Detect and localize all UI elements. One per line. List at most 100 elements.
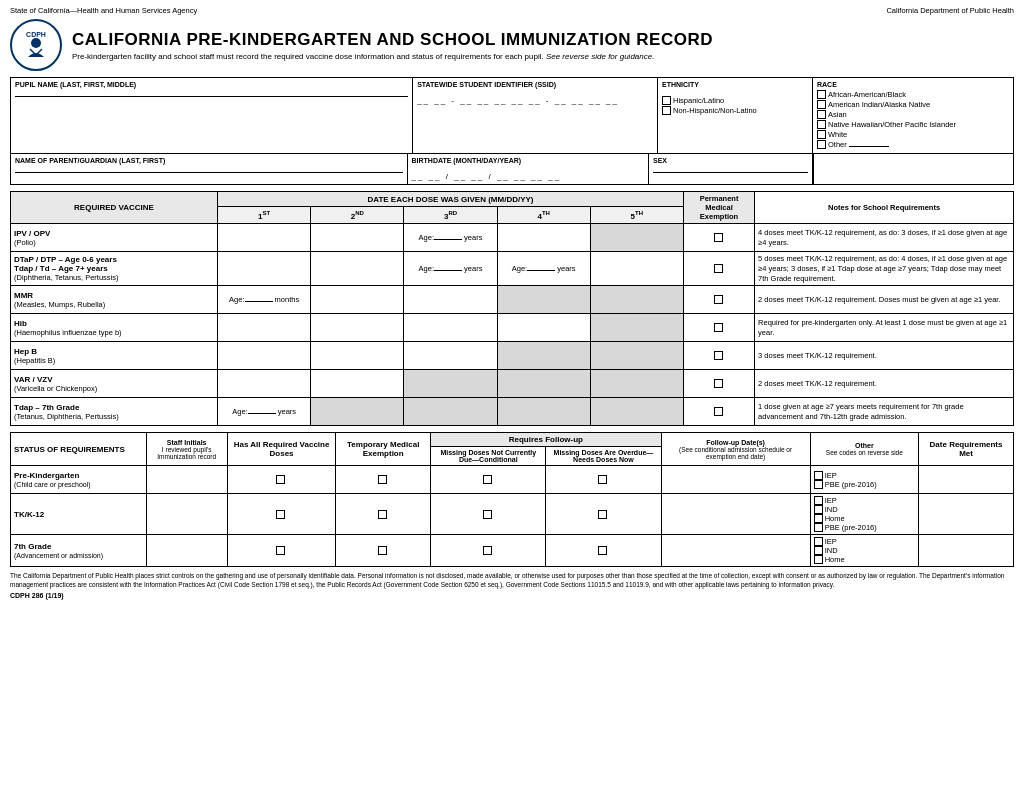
pupil-name-label: PUPIL NAME (LAST, FIRST, MIDDLE) — [15, 81, 408, 88]
staff-initials-2[interactable] — [146, 535, 227, 567]
temp-exemption-1[interactable] — [336, 494, 431, 535]
missing-overdue-cb-2[interactable] — [598, 546, 607, 555]
temp-exemption-0[interactable] — [336, 466, 431, 494]
has-all-vaccines-1[interactable] — [227, 494, 335, 535]
other-codes-1: IEPINDHomePBE (pre-2016) — [810, 494, 918, 535]
vaccine-table-header: REQUIRED VACCINE DATE EACH DOSE WAS GIVE… — [11, 192, 1014, 207]
race-other[interactable]: Other — [817, 140, 1009, 149]
sex-label: SEX — [653, 157, 808, 164]
dose-3-header: 3RD — [404, 207, 497, 224]
vaccine-name-cell-5: VAR / VZV(Varicella or Chickenpox) — [11, 370, 218, 398]
pme-checkbox-2[interactable] — [714, 295, 723, 304]
vaccine-5-dose-0 — [218, 370, 311, 398]
other-code-item-IND[interactable]: IND — [814, 505, 915, 514]
vaccine-2-dose-3 — [497, 286, 590, 314]
date-met-0[interactable] — [919, 466, 1014, 494]
vaccine-5-pme[interactable] — [683, 370, 754, 398]
vaccine-name-cell-6: Tdap – 7th Grade(Tetanus, Diphtheria, Pe… — [11, 398, 218, 426]
has-all-vaccines-0[interactable] — [227, 466, 335, 494]
staff-initials-0[interactable] — [146, 466, 227, 494]
missing-not-due-header: Missing Doses Not Currently Due—Conditio… — [431, 447, 546, 466]
missing-not-due-1[interactable] — [431, 494, 546, 535]
title-section: CDPH CALIFORNIA PRE-KINDERGARTEN AND SCH… — [10, 19, 1014, 71]
missing-overdue-2[interactable] — [546, 535, 661, 567]
pme-checkbox-3[interactable] — [714, 323, 723, 332]
vaccine-1-pme[interactable] — [683, 252, 754, 286]
vaccine-4-pme[interactable] — [683, 342, 754, 370]
missing-overdue-0[interactable] — [546, 466, 661, 494]
vaccine-row-2: MMR(Measles, Mumps, Rubella)Age: months2… — [11, 286, 1014, 314]
temp-exemption-cb-2[interactable] — [378, 546, 387, 555]
other-code-item-PBE(pre-2016)[interactable]: PBE (pre-2016) — [814, 480, 915, 489]
followup-dates-2[interactable] — [661, 535, 810, 567]
ethnicity-hispanic-checkbox[interactable] — [662, 96, 671, 105]
race-african-american[interactable]: African-American/Black — [817, 90, 1009, 99]
col-dates-header: DATE EACH DOSE WAS GIVEN (MM/DD/YY) — [218, 192, 684, 207]
followup-dates-1[interactable] — [661, 494, 810, 535]
temp-exemption-cb-1[interactable] — [378, 510, 387, 519]
followup-dates-0[interactable] — [661, 466, 810, 494]
vaccine-3-pme[interactable] — [683, 314, 754, 342]
ethnicity-non-hispanic-checkbox[interactable] — [662, 106, 671, 115]
vaccine-2-pme[interactable] — [683, 286, 754, 314]
vaccine-4-dose-0 — [218, 342, 311, 370]
has-all-vaccines-2[interactable] — [227, 535, 335, 567]
temp-exemption-header: Temporary Medical Exemption — [336, 433, 431, 466]
vaccine-3-dose-4 — [590, 314, 683, 342]
missing-overdue-1[interactable] — [546, 494, 661, 535]
date-met-2[interactable] — [919, 535, 1014, 567]
missing-not-due-2[interactable] — [431, 535, 546, 567]
status-header-row: STATUS OF REQUIREMENTS Staff InitialsI r… — [11, 433, 1014, 447]
vaccine-2-dose-1 — [311, 286, 404, 314]
vaccine-0-dose-3 — [497, 224, 590, 252]
other-code-item-IEP[interactable]: IEP — [814, 471, 915, 480]
missing-overdue-header: Missing Doses Are Overdue—Needs Doses No… — [546, 447, 661, 466]
other-code-item-IEP[interactable]: IEP — [814, 496, 915, 505]
cdph-logo: CDPH — [10, 19, 62, 71]
ethnicity-hispanic[interactable]: Hispanic/Latino — [662, 96, 808, 105]
other-code-item-IND[interactable]: IND — [814, 546, 915, 555]
staff-initials-header: Staff InitialsI reviewed pupil's Immuniz… — [146, 433, 227, 466]
staff-initials-1[interactable] — [146, 494, 227, 535]
temp-exemption-cb-0[interactable] — [378, 475, 387, 484]
pme-checkbox-6[interactable] — [714, 407, 723, 416]
race-american-indian[interactable]: American Indian/Alaska Native — [817, 100, 1009, 109]
svg-text:CDPH: CDPH — [26, 31, 46, 38]
date-met-header: Date Requirements Met — [919, 433, 1014, 466]
missing-overdue-cb-1[interactable] — [598, 510, 607, 519]
pme-checkbox-0[interactable] — [714, 233, 723, 242]
missing-not-due-cb-0[interactable] — [483, 475, 492, 484]
other-code-item-IEP[interactable]: IEP — [814, 537, 915, 546]
missing-not-due-cb-2[interactable] — [483, 546, 492, 555]
dose-1-header: 1ST — [218, 207, 311, 224]
dose-4-header: 4TH — [497, 207, 590, 224]
race-white[interactable]: White — [817, 130, 1009, 139]
missing-overdue-cb-0[interactable] — [598, 475, 607, 484]
other-codes-2: IEPINDHome — [810, 535, 918, 567]
vaccine-5-dose-4 — [590, 370, 683, 398]
other-code-item-PBE(pre-2016)[interactable]: PBE (pre-2016) — [814, 523, 915, 532]
date-met-1[interactable] — [919, 494, 1014, 535]
pme-checkbox-4[interactable] — [714, 351, 723, 360]
has-all-cb-1[interactable] — [276, 510, 285, 519]
other-code-item-Home[interactable]: Home — [814, 555, 915, 564]
title-text: CALIFORNIA PRE-KINDERGARTEN AND SCHOOL I… — [72, 30, 713, 61]
vaccine-1-dose-0 — [218, 252, 311, 286]
svg-point-2 — [31, 38, 41, 48]
vaccine-table: REQUIRED VACCINE DATE EACH DOSE WAS GIVE… — [10, 191, 1014, 426]
temp-exemption-2[interactable] — [336, 535, 431, 567]
has-all-cb-2[interactable] — [276, 546, 285, 555]
race-pacific-islander[interactable]: Native Hawaiian/Other Pacific Islander — [817, 120, 1009, 129]
missing-not-due-0[interactable] — [431, 466, 546, 494]
pme-checkbox-5[interactable] — [714, 379, 723, 388]
race-asian[interactable]: Asian — [817, 110, 1009, 119]
has-all-cb-0[interactable] — [276, 475, 285, 484]
ethnicity-non-hispanic[interactable]: Non-Hispanic/Non-Latino — [662, 106, 808, 115]
col-pme-header: Permanent Medical Exemption — [683, 192, 754, 224]
other-code-item-Home[interactable]: Home — [814, 514, 915, 523]
pme-checkbox-1[interactable] — [714, 264, 723, 273]
vaccine-6-pme[interactable] — [683, 398, 754, 426]
followup-dates-header: Follow-up Date(s)(See conditional admiss… — [661, 433, 810, 466]
vaccine-0-pme[interactable] — [683, 224, 754, 252]
missing-not-due-cb-1[interactable] — [483, 510, 492, 519]
